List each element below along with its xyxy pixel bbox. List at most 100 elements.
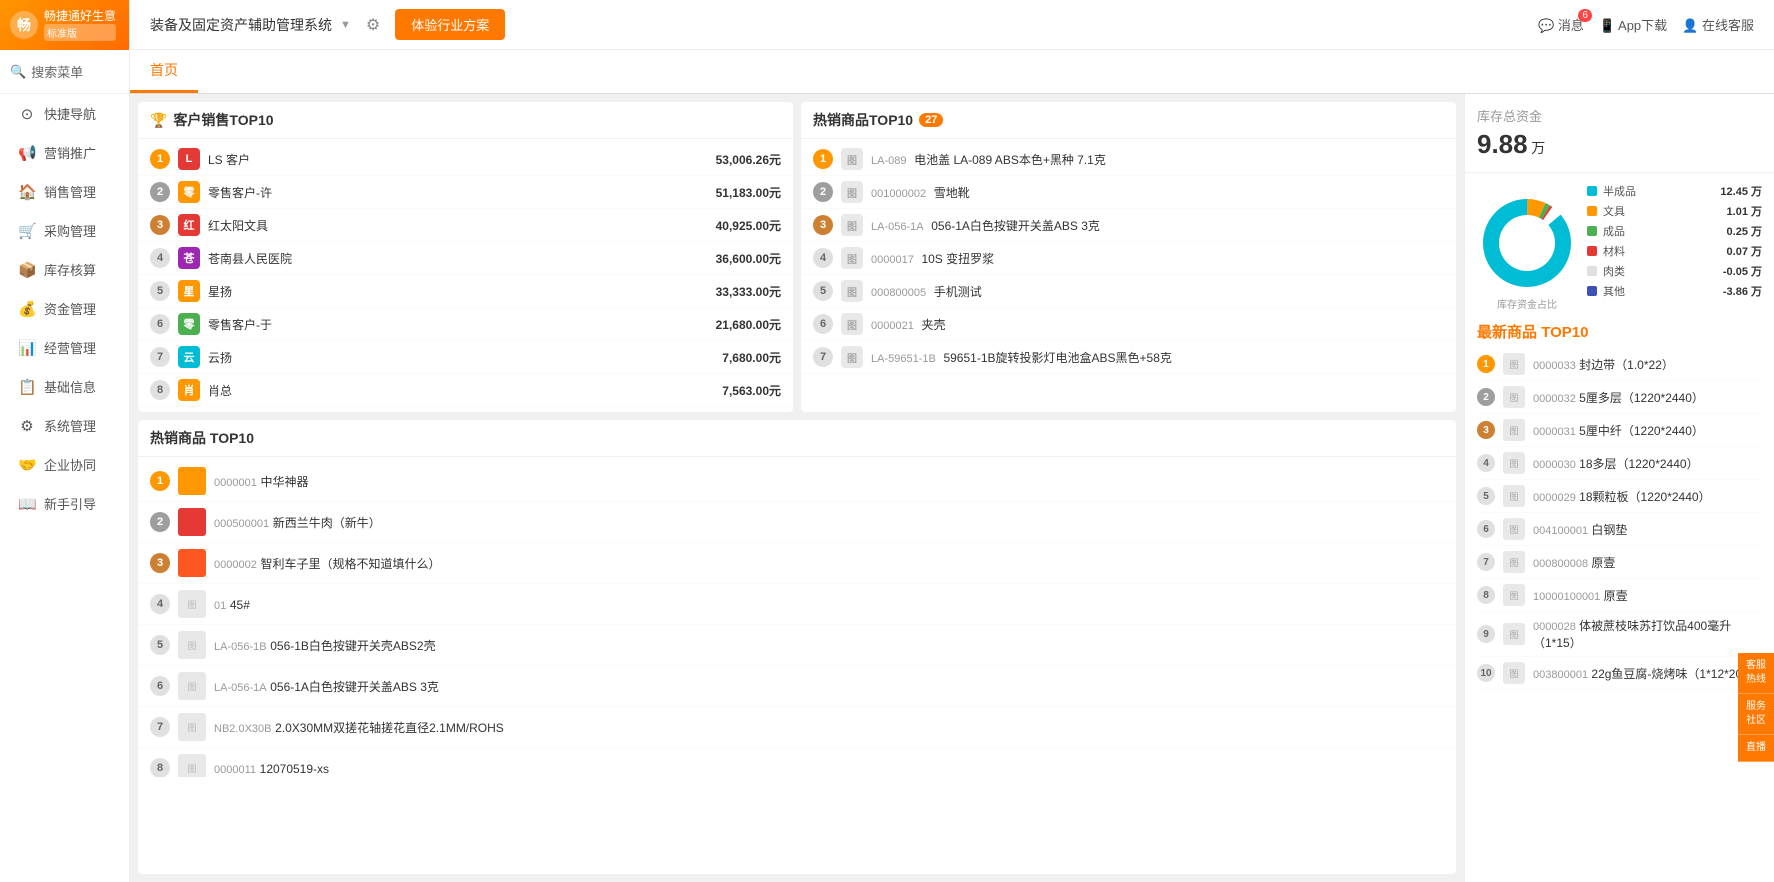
settings-icon[interactable]: ⚙ bbox=[366, 15, 380, 35]
hot-item-right-row[interactable]: 1 图 LA-089 电池盖 LA-089 ABS本色+黑种 7.1克 bbox=[801, 143, 1456, 176]
hot-item-right-row[interactable]: 3 图 LA-056-1A 056-1A白色按键开关盖ABS 3克 bbox=[801, 209, 1456, 242]
product-thumbnail: 图 bbox=[1503, 485, 1525, 507]
customer-avatar: 苍 bbox=[178, 247, 200, 269]
sidebar-item-marketing[interactable]: 📢 营销推广 bbox=[0, 133, 129, 172]
product-image: 图 bbox=[178, 754, 206, 777]
legend-item: 半成品 12.45 万 bbox=[1587, 183, 1762, 199]
customer-rank-item[interactable]: 7 云 云扬 7,680.00元 bbox=[138, 341, 793, 374]
basic-info-icon: 📋 bbox=[18, 378, 36, 396]
hot-item-right-row[interactable]: 2 图 001000002 雪地靴 bbox=[801, 176, 1456, 209]
newest-product-item[interactable]: 3 图 0000031 5厘中纤（1220*2440） bbox=[1477, 414, 1762, 447]
hot-product-item[interactable]: 5 图 LA-056-1B 056-1B白色按键开关壳ABS2壳 bbox=[138, 625, 1456, 666]
sidebar-item-purchase[interactable]: 🛒 采购管理 bbox=[0, 211, 129, 250]
product-thumbnail: 图 bbox=[1503, 623, 1525, 645]
newest-product-item[interactable]: 5 图 0000029 18颗粒板（1220*2440） bbox=[1477, 480, 1762, 513]
content-left: 🏆 客户销售TOP10 1 L LS 客户 53,006.26元 2 零 零售客… bbox=[130, 94, 1464, 882]
newest-products-list: 1 图 0000033 封边带（1.0*22） 2 图 0000032 5厘多层… bbox=[1477, 348, 1762, 690]
sidebar-item-quick-nav[interactable]: ⊙ 快捷导航 bbox=[0, 94, 129, 133]
legend-color bbox=[1587, 186, 1597, 196]
service-community-button[interactable]: 服务社区 bbox=[1738, 694, 1774, 735]
donut-chart: 库存资金占比 bbox=[1477, 193, 1577, 293]
dropdown-icon[interactable]: ▼ bbox=[340, 19, 351, 31]
sidebar-item-system[interactable]: ⚙ 系统管理 bbox=[0, 406, 129, 445]
product-code: LA-056-1A bbox=[214, 682, 267, 694]
hot-product-item[interactable]: 8 图 0000011 12070519-xs bbox=[138, 748, 1456, 777]
product-code: LA-056-1B bbox=[214, 641, 267, 653]
newest-product-item[interactable]: 7 图 000800008 原壹 bbox=[1477, 546, 1762, 579]
legend-item: 肉类 -0.05 万 bbox=[1587, 263, 1762, 279]
rank-number: 5 bbox=[1477, 487, 1495, 505]
hot-item-right-row[interactable]: 5 图 000800005 手机测试 bbox=[801, 275, 1456, 308]
customer-value: 51,183.00元 bbox=[716, 184, 781, 201]
sidebar-search[interactable]: 🔍 搜索菜单 bbox=[0, 50, 129, 94]
product-image: 图 bbox=[178, 713, 206, 741]
newest-product-item[interactable]: 2 图 0000032 5厘多层（1220*2440） bbox=[1477, 381, 1762, 414]
legend-value: -3.86 万 bbox=[1723, 283, 1762, 299]
newest-product-item[interactable]: 1 图 0000033 封边带（1.0*22） bbox=[1477, 348, 1762, 381]
customer-rank-item[interactable]: 5 星 星扬 33,333.00元 bbox=[138, 275, 793, 308]
hot-item-right-row[interactable]: 4 图 0000017 10S 变扭罗浆 bbox=[801, 242, 1456, 275]
newest-product-item[interactable]: 4 图 0000030 18多层（1220*2440） bbox=[1477, 447, 1762, 480]
online-service-button[interactable]: 👤 在线客服 bbox=[1682, 15, 1754, 34]
hot-item-right-row[interactable]: 7 图 LA-59651-1B 59651-1B旋转投影灯电池盒ABS黑色+58… bbox=[801, 341, 1456, 374]
customer-rank-item[interactable]: 2 零 零售客户-许 51,183.00元 bbox=[138, 176, 793, 209]
customer-rank-item[interactable]: 3 红 红太阳文具 40,925.00元 bbox=[138, 209, 793, 242]
customer-service-button[interactable]: 客服热线 bbox=[1738, 653, 1774, 694]
product-code: 0000030 bbox=[1533, 459, 1576, 471]
rank-number: 8 bbox=[150, 758, 170, 777]
chart-legend: 半成品 12.45 万 文具 1.01 万 成品 0.25 万 材料 0.07 … bbox=[1587, 183, 1762, 303]
hot-product-item[interactable]: 7 图 NB2.0X30B 2.0X30MM双搓花轴搓花直径2.1MM/ROHS bbox=[138, 707, 1456, 748]
product-name: 18颗粒板（1220*2440） bbox=[1579, 490, 1710, 504]
hot-product-item[interactable]: 4 图 01 45# bbox=[138, 584, 1456, 625]
tab-home[interactable]: 首页 bbox=[130, 50, 198, 93]
product-image bbox=[178, 549, 206, 577]
hot-product-item[interactable]: 1 0000001 中华神器 bbox=[138, 461, 1456, 502]
search-menu-button[interactable]: 🔍 搜索菜单 bbox=[10, 58, 119, 85]
product-thumbnail: 图 bbox=[1503, 551, 1525, 573]
sidebar-item-operations[interactable]: 📊 经营管理 bbox=[0, 328, 129, 367]
sidebar-item-basic-info[interactable]: 📋 基础信息 bbox=[0, 367, 129, 406]
app-download-button[interactable]: 📱 App下载 bbox=[1599, 15, 1667, 34]
notification-button[interactable]: 💬 消息 6 bbox=[1538, 15, 1584, 34]
rank-number: 6 bbox=[1477, 520, 1495, 538]
legend-label: 材料 bbox=[1603, 243, 1721, 259]
newest-product-item[interactable]: 6 图 004100001 白钢垫 bbox=[1477, 513, 1762, 546]
sidebar-item-inventory[interactable]: 📦 库存核算 bbox=[0, 250, 129, 289]
legend-color bbox=[1587, 266, 1597, 276]
direct-broadcast-button[interactable]: 直播 bbox=[1738, 735, 1774, 762]
product-code: 000500001 bbox=[214, 518, 269, 530]
rank-number: 4 bbox=[1477, 454, 1495, 472]
product-image: 图 bbox=[178, 672, 206, 700]
product-thumbnail: 图 bbox=[1503, 386, 1525, 408]
customer-name: 肖总 bbox=[208, 382, 714, 399]
customer-rank-list: 1 L LS 客户 53,006.26元 2 零 零售客户-许 51,183.0… bbox=[138, 139, 793, 411]
hot-product-item[interactable]: 2 000500001 新西兰牛肉（新牛） bbox=[138, 502, 1456, 543]
customer-rank-item[interactable]: 8 肖 肖总 7,563.00元 bbox=[138, 374, 793, 407]
sidebar-logo: 畅 畅捷通好生意 标准版 bbox=[0, 0, 129, 50]
sidebar-item-enterprise[interactable]: 🤝 企业协同 bbox=[0, 445, 129, 484]
newest-product-item[interactable]: 8 图 10000100001 原壹 bbox=[1477, 579, 1762, 612]
newest-product-item[interactable]: 10 图 003800001 22g鱼豆腐-烧烤味（1*12*20） bbox=[1477, 657, 1762, 690]
rank-number: 8 bbox=[150, 380, 170, 400]
legend-value: -0.05 万 bbox=[1723, 263, 1762, 279]
rank-number: 2 bbox=[150, 512, 170, 532]
sidebar-item-finance[interactable]: 💰 资金管理 bbox=[0, 289, 129, 328]
sidebar-item-guide[interactable]: 📖 新手引导 bbox=[0, 484, 129, 523]
top-row: 🏆 客户销售TOP10 1 L LS 客户 53,006.26元 2 零 零售客… bbox=[138, 102, 1456, 412]
customer-rank-item[interactable]: 1 L LS 客户 53,006.26元 bbox=[138, 143, 793, 176]
customer-rank-item[interactable]: 6 零 零售客户-于 21,680.00元 bbox=[138, 308, 793, 341]
product-code: 0000021 bbox=[871, 320, 914, 332]
product-image: 图 bbox=[178, 631, 206, 659]
main-wrapper: 装备及固定资产辅助管理系统 ▼ ⚙ 体验行业方案 💬 消息 6 📱 App下载 … bbox=[130, 0, 1774, 882]
system-icon: ⚙ bbox=[18, 417, 36, 435]
legend-color bbox=[1587, 226, 1597, 236]
sidebar-item-sales[interactable]: 🏠 销售管理 bbox=[0, 172, 129, 211]
customer-avatar: 零 bbox=[178, 181, 200, 203]
customer-rank-item[interactable]: 4 苍 苍南县人民医院 36,600.00元 bbox=[138, 242, 793, 275]
hot-product-item[interactable]: 6 图 LA-056-1A 056-1A白色按键开关盖ABS 3克 bbox=[138, 666, 1456, 707]
trial-button[interactable]: 体验行业方案 bbox=[395, 9, 505, 40]
hot-product-item[interactable]: 3 0000002 智利车子里（规格不知道填什么） bbox=[138, 543, 1456, 584]
hot-item-right-row[interactable]: 6 图 0000021 夹壳 bbox=[801, 308, 1456, 341]
rank-number: 2 bbox=[1477, 388, 1495, 406]
newest-product-item[interactable]: 9 图 0000028 体被蔗枝味苏打饮品400毫升（1*15） bbox=[1477, 612, 1762, 657]
